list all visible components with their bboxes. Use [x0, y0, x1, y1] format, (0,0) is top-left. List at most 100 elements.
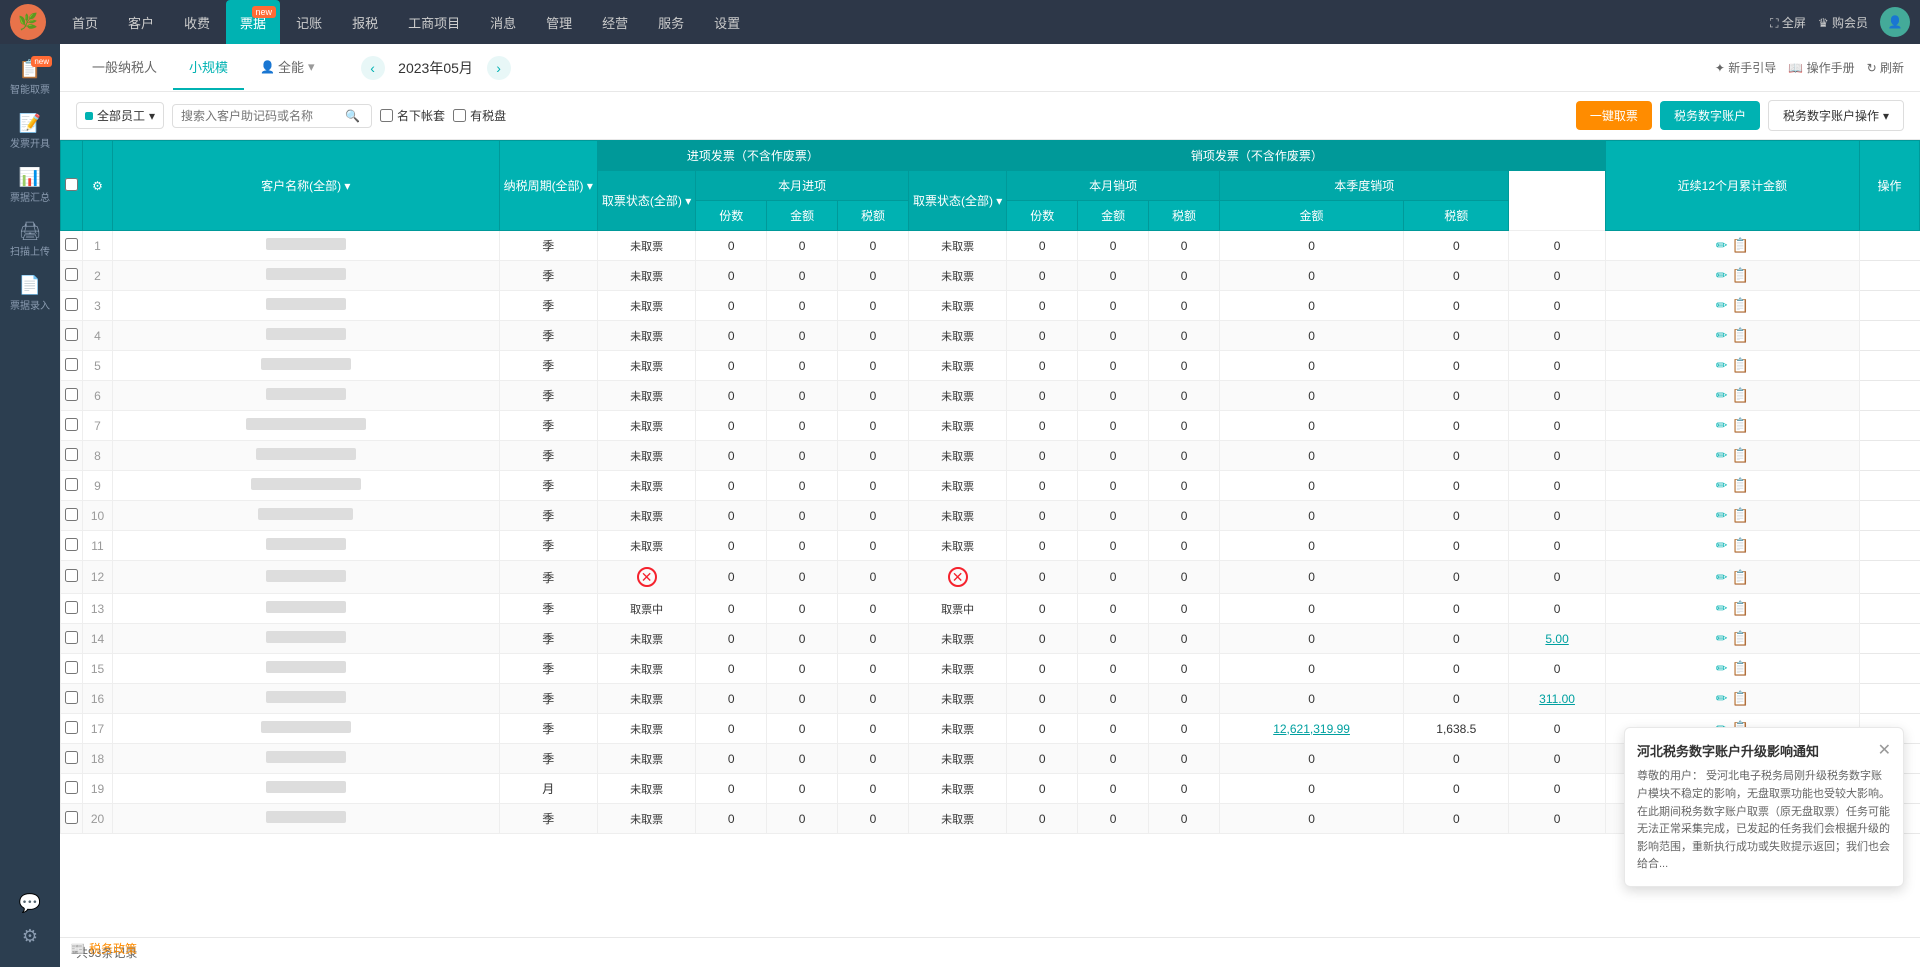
row-checkbox[interactable]: [65, 691, 78, 704]
fullscreen-btn[interactable]: ⛶ 全屏: [1770, 14, 1806, 31]
refresh-btn[interactable]: ↻ 刷新: [1867, 59, 1904, 76]
row-checkbox[interactable]: [65, 478, 78, 491]
membership-btn[interactable]: ♛ 购会员: [1818, 14, 1868, 31]
copy-icon[interactable]: 📋: [1732, 600, 1749, 617]
quarter-amount-link[interactable]: 12,621,319.99: [1273, 722, 1350, 736]
annual-link[interactable]: 311.00: [1539, 692, 1575, 706]
checkbox-tax-disk-input[interactable]: [453, 109, 466, 122]
edit-icon[interactable]: ✏: [1716, 327, 1728, 344]
tab-small-scale[interactable]: 小规模: [173, 46, 244, 90]
edit-icon[interactable]: ✏: [1716, 507, 1728, 524]
row-checkbox-cell[interactable]: [61, 321, 83, 351]
bottom-link-tax-policy[interactable]: 📰 税务政策: [70, 940, 137, 957]
copy-icon[interactable]: 📋: [1732, 237, 1749, 254]
row-checkbox[interactable]: [65, 268, 78, 281]
search-input[interactable]: [181, 109, 341, 123]
nav-invoice[interactable]: 票据 new: [226, 0, 280, 44]
copy-icon[interactable]: 📋: [1732, 537, 1749, 554]
sidebar-item-open-invoice[interactable]: 📝 发票开具: [2, 106, 58, 158]
edit-icon[interactable]: ✏: [1716, 690, 1728, 707]
search-box[interactable]: 🔍: [172, 104, 372, 128]
copy-icon[interactable]: 📋: [1732, 357, 1749, 374]
annual-link[interactable]: 5.00: [1545, 632, 1568, 646]
row-checkbox[interactable]: [65, 601, 78, 614]
row-checkbox-cell[interactable]: [61, 381, 83, 411]
checkbox-account[interactable]: 名下帐套: [380, 107, 445, 124]
employee-select[interactable]: 全部员工 ▾: [76, 102, 164, 129]
one-click-ticket-button[interactable]: 一键取票: [1576, 101, 1652, 130]
row-checkbox[interactable]: [65, 661, 78, 674]
row-checkbox[interactable]: [65, 569, 78, 582]
copy-icon[interactable]: 📋: [1732, 417, 1749, 434]
row-checkbox[interactable]: [65, 388, 78, 401]
row-checkbox[interactable]: [65, 508, 78, 521]
th-checkbox[interactable]: [61, 141, 83, 231]
row-checkbox-cell[interactable]: [61, 261, 83, 291]
row-checkbox-cell[interactable]: [61, 231, 83, 261]
tax-digital-account-button[interactable]: 税务数字账户: [1660, 101, 1760, 130]
copy-icon[interactable]: 📋: [1732, 387, 1749, 404]
row-checkbox-cell[interactable]: [61, 501, 83, 531]
edit-icon[interactable]: ✏: [1716, 477, 1728, 494]
edit-icon[interactable]: ✏: [1716, 357, 1728, 374]
row-checkbox[interactable]: [65, 238, 78, 251]
copy-icon[interactable]: 📋: [1732, 447, 1749, 464]
row-checkbox-cell[interactable]: [61, 411, 83, 441]
row-checkbox-cell[interactable]: [61, 774, 83, 804]
nav-home[interactable]: 首页: [58, 0, 112, 44]
sidebar-item-scan[interactable]: 🖨 扫描上传: [2, 214, 58, 266]
tab-general-taxpayer[interactable]: 一般纳税人: [76, 46, 173, 90]
nav-settings[interactable]: 设置: [700, 0, 754, 44]
user-manual-btn[interactable]: 📖 操作手册: [1788, 59, 1854, 76]
copy-icon[interactable]: 📋: [1732, 660, 1749, 677]
copy-icon[interactable]: 📋: [1732, 507, 1749, 524]
row-checkbox-cell[interactable]: [61, 531, 83, 561]
row-checkbox-cell[interactable]: [61, 714, 83, 744]
copy-icon[interactable]: 📋: [1732, 569, 1749, 586]
row-checkbox-cell[interactable]: [61, 684, 83, 714]
row-checkbox-cell[interactable]: [61, 471, 83, 501]
tab-all-capability[interactable]: 👤 全能 ▾: [244, 46, 331, 90]
nav-fee[interactable]: 收费: [170, 0, 224, 44]
row-checkbox-cell[interactable]: [61, 351, 83, 381]
row-checkbox[interactable]: [65, 538, 78, 551]
checkbox-tax-disk[interactable]: 有税盘: [453, 107, 506, 124]
copy-icon[interactable]: 📋: [1732, 267, 1749, 284]
row-checkbox[interactable]: [65, 328, 78, 341]
edit-icon[interactable]: ✏: [1716, 237, 1728, 254]
copy-icon[interactable]: 📋: [1732, 297, 1749, 314]
sidebar-item-summary[interactable]: 📊 票据汇总: [2, 160, 58, 212]
edit-icon[interactable]: ✏: [1716, 417, 1728, 434]
row-checkbox-cell[interactable]: [61, 594, 83, 624]
edit-icon[interactable]: ✏: [1716, 297, 1728, 314]
row-checkbox-cell[interactable]: [61, 561, 83, 594]
next-month-button[interactable]: ›: [487, 56, 511, 80]
edit-icon[interactable]: ✏: [1716, 600, 1728, 617]
copy-icon[interactable]: 📋: [1732, 477, 1749, 494]
copy-icon[interactable]: 📋: [1732, 690, 1749, 707]
edit-icon[interactable]: ✏: [1716, 660, 1728, 677]
prev-month-button[interactable]: ‹: [361, 56, 385, 80]
nav-tax[interactable]: 报税: [338, 0, 392, 44]
copy-icon[interactable]: 📋: [1732, 630, 1749, 647]
edit-icon[interactable]: ✏: [1716, 630, 1728, 647]
row-checkbox[interactable]: [65, 781, 78, 794]
user-avatar[interactable]: 👤: [1880, 7, 1910, 37]
checkbox-account-input[interactable]: [380, 109, 393, 122]
nav-message[interactable]: 消息: [476, 0, 530, 44]
edit-icon[interactable]: ✏: [1716, 387, 1728, 404]
notification-close-button[interactable]: ✕: [1878, 740, 1891, 760]
tax-digital-operation-button[interactable]: 税务数字账户操作 ▾: [1768, 100, 1904, 131]
sidebar-bottom-icon1[interactable]: 💬: [19, 893, 41, 914]
row-checkbox-cell[interactable]: [61, 441, 83, 471]
row-checkbox[interactable]: [65, 448, 78, 461]
new-user-guide-btn[interactable]: ✦ 新手引导: [1715, 59, 1776, 76]
nav-service[interactable]: 服务: [644, 0, 698, 44]
row-checkbox[interactable]: [65, 751, 78, 764]
select-all-checkbox[interactable]: [65, 178, 78, 191]
edit-icon[interactable]: ✏: [1716, 569, 1728, 586]
row-checkbox-cell[interactable]: [61, 744, 83, 774]
row-checkbox[interactable]: [65, 811, 78, 824]
sidebar-item-smart-ticket[interactable]: 📋 智能取票 new: [2, 52, 58, 104]
nav-operation[interactable]: 经营: [588, 0, 642, 44]
